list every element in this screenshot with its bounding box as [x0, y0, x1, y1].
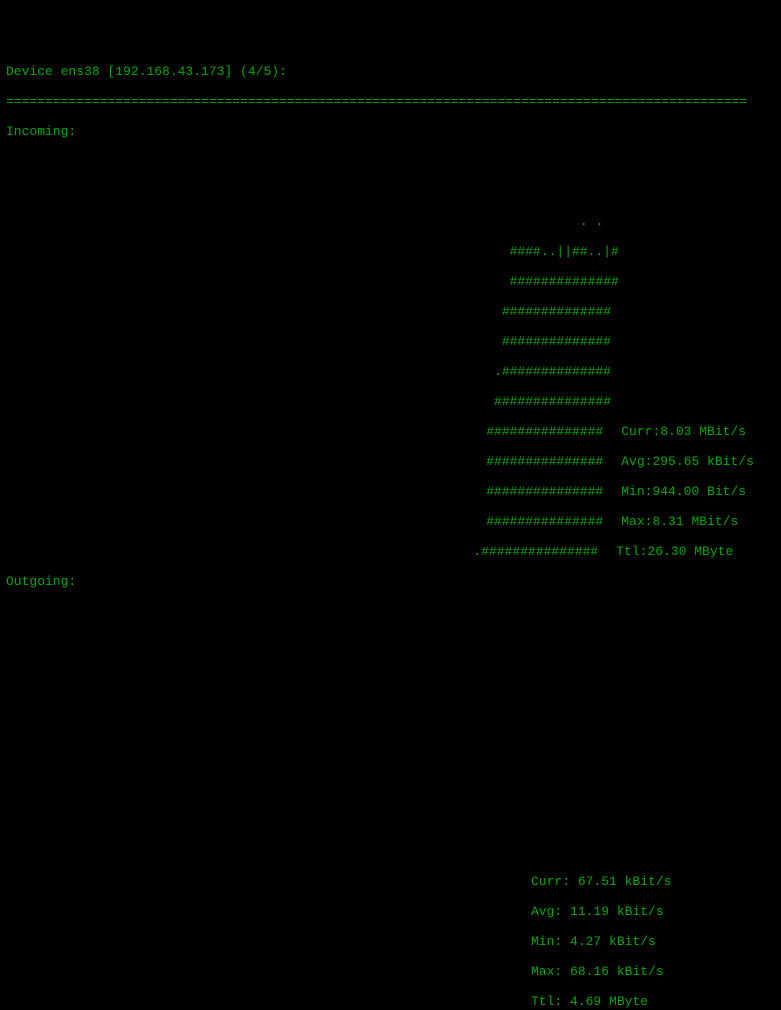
incoming-avg-label: Avg: — [621, 454, 652, 469]
outgoing-max-row: Max: 68.16 kBit/s — [6, 964, 775, 979]
outgoing-label: Outgoing: — [6, 574, 775, 589]
blank-line-o8 — [6, 814, 775, 829]
blank-line-o4 — [6, 694, 775, 709]
incoming-graph-row-3: ############## — [6, 304, 775, 319]
incoming-graph-row-1: ####..||##..|# — [6, 244, 775, 259]
outgoing-min-value: 4.27 kBit/s — [570, 934, 656, 949]
incoming-graph-row-6: ############### — [6, 394, 775, 409]
incoming-max-label: Max: — [621, 514, 652, 529]
blank-line-o6 — [6, 754, 775, 769]
outgoing-ttl-row: Ttl: 4.69 MByte — [6, 994, 775, 1009]
incoming-label: Incoming: — [6, 124, 775, 139]
incoming-graph-stat-row-8: ###############Avg: 295.65 kBit/s — [6, 454, 775, 469]
outgoing-avg-row: Avg: 11.19 kBit/s — [6, 904, 775, 919]
outgoing-avg-label: Avg: — [531, 904, 562, 919]
incoming-graph-stat-row-7: ###############Curr: 8.03 MBit/s — [6, 424, 775, 439]
outgoing-max-label: Max: — [531, 964, 562, 979]
incoming-graph-stat-row-10: ###############Max: 8.31 MBit/s — [6, 514, 775, 529]
device-header: Device ens38 [192.168.43.173] (4/5): — [6, 64, 775, 79]
incoming-ttl-value: 26.30 MByte — [647, 544, 733, 559]
outgoing-curr-label: Curr: — [531, 874, 570, 889]
outgoing-curr-value: 67.51 kBit/s — [578, 874, 672, 889]
incoming-ttl-label: Ttl: — [616, 544, 647, 559]
incoming-curr-value: 8.03 MBit/s — [660, 424, 746, 439]
incoming-min-value: 944.00 Bit/s — [652, 484, 746, 499]
outgoing-min-label: Min: — [531, 934, 562, 949]
incoming-graph-row-0: . . — [6, 214, 775, 229]
incoming-graph-row-5: .############## — [6, 364, 775, 379]
incoming-max-value: 8.31 MBit/s — [652, 514, 738, 529]
blank-line-o7 — [6, 784, 775, 799]
blank-line-o2 — [6, 634, 775, 649]
divider-line: ========================================… — [6, 94, 775, 109]
blank-line-1 — [6, 154, 775, 169]
incoming-min-label: Min: — [621, 484, 652, 499]
incoming-curr-label: Curr: — [621, 424, 660, 439]
outgoing-curr-row: Curr: 67.51 kBit/s — [6, 874, 775, 889]
incoming-graph-stat-row-11: .###############Ttl: 26.30 MByte — [6, 544, 775, 559]
blank-line-o3 — [6, 664, 775, 679]
outgoing-max-value: 68.16 kBit/s — [570, 964, 664, 979]
outgoing-ttl-value: 4.69 MByte — [570, 994, 648, 1009]
blank-line-o9 — [6, 844, 775, 859]
outgoing-min-row: Min: 4.27 kBit/s — [6, 934, 775, 949]
blank-line-o5 — [6, 724, 775, 739]
outgoing-ttl-label: Ttl: — [531, 994, 562, 1009]
incoming-graph-stat-row-9: ###############Min: 944.00 Bit/s — [6, 484, 775, 499]
incoming-avg-value: 295.65 kBit/s — [652, 454, 753, 469]
outgoing-avg-value: 11.19 kBit/s — [570, 904, 664, 919]
blank-line-2 — [6, 184, 775, 199]
incoming-graph-row-2: ############## — [6, 274, 775, 289]
blank-line-o1 — [6, 604, 775, 619]
incoming-graph-row-4: ############## — [6, 334, 775, 349]
